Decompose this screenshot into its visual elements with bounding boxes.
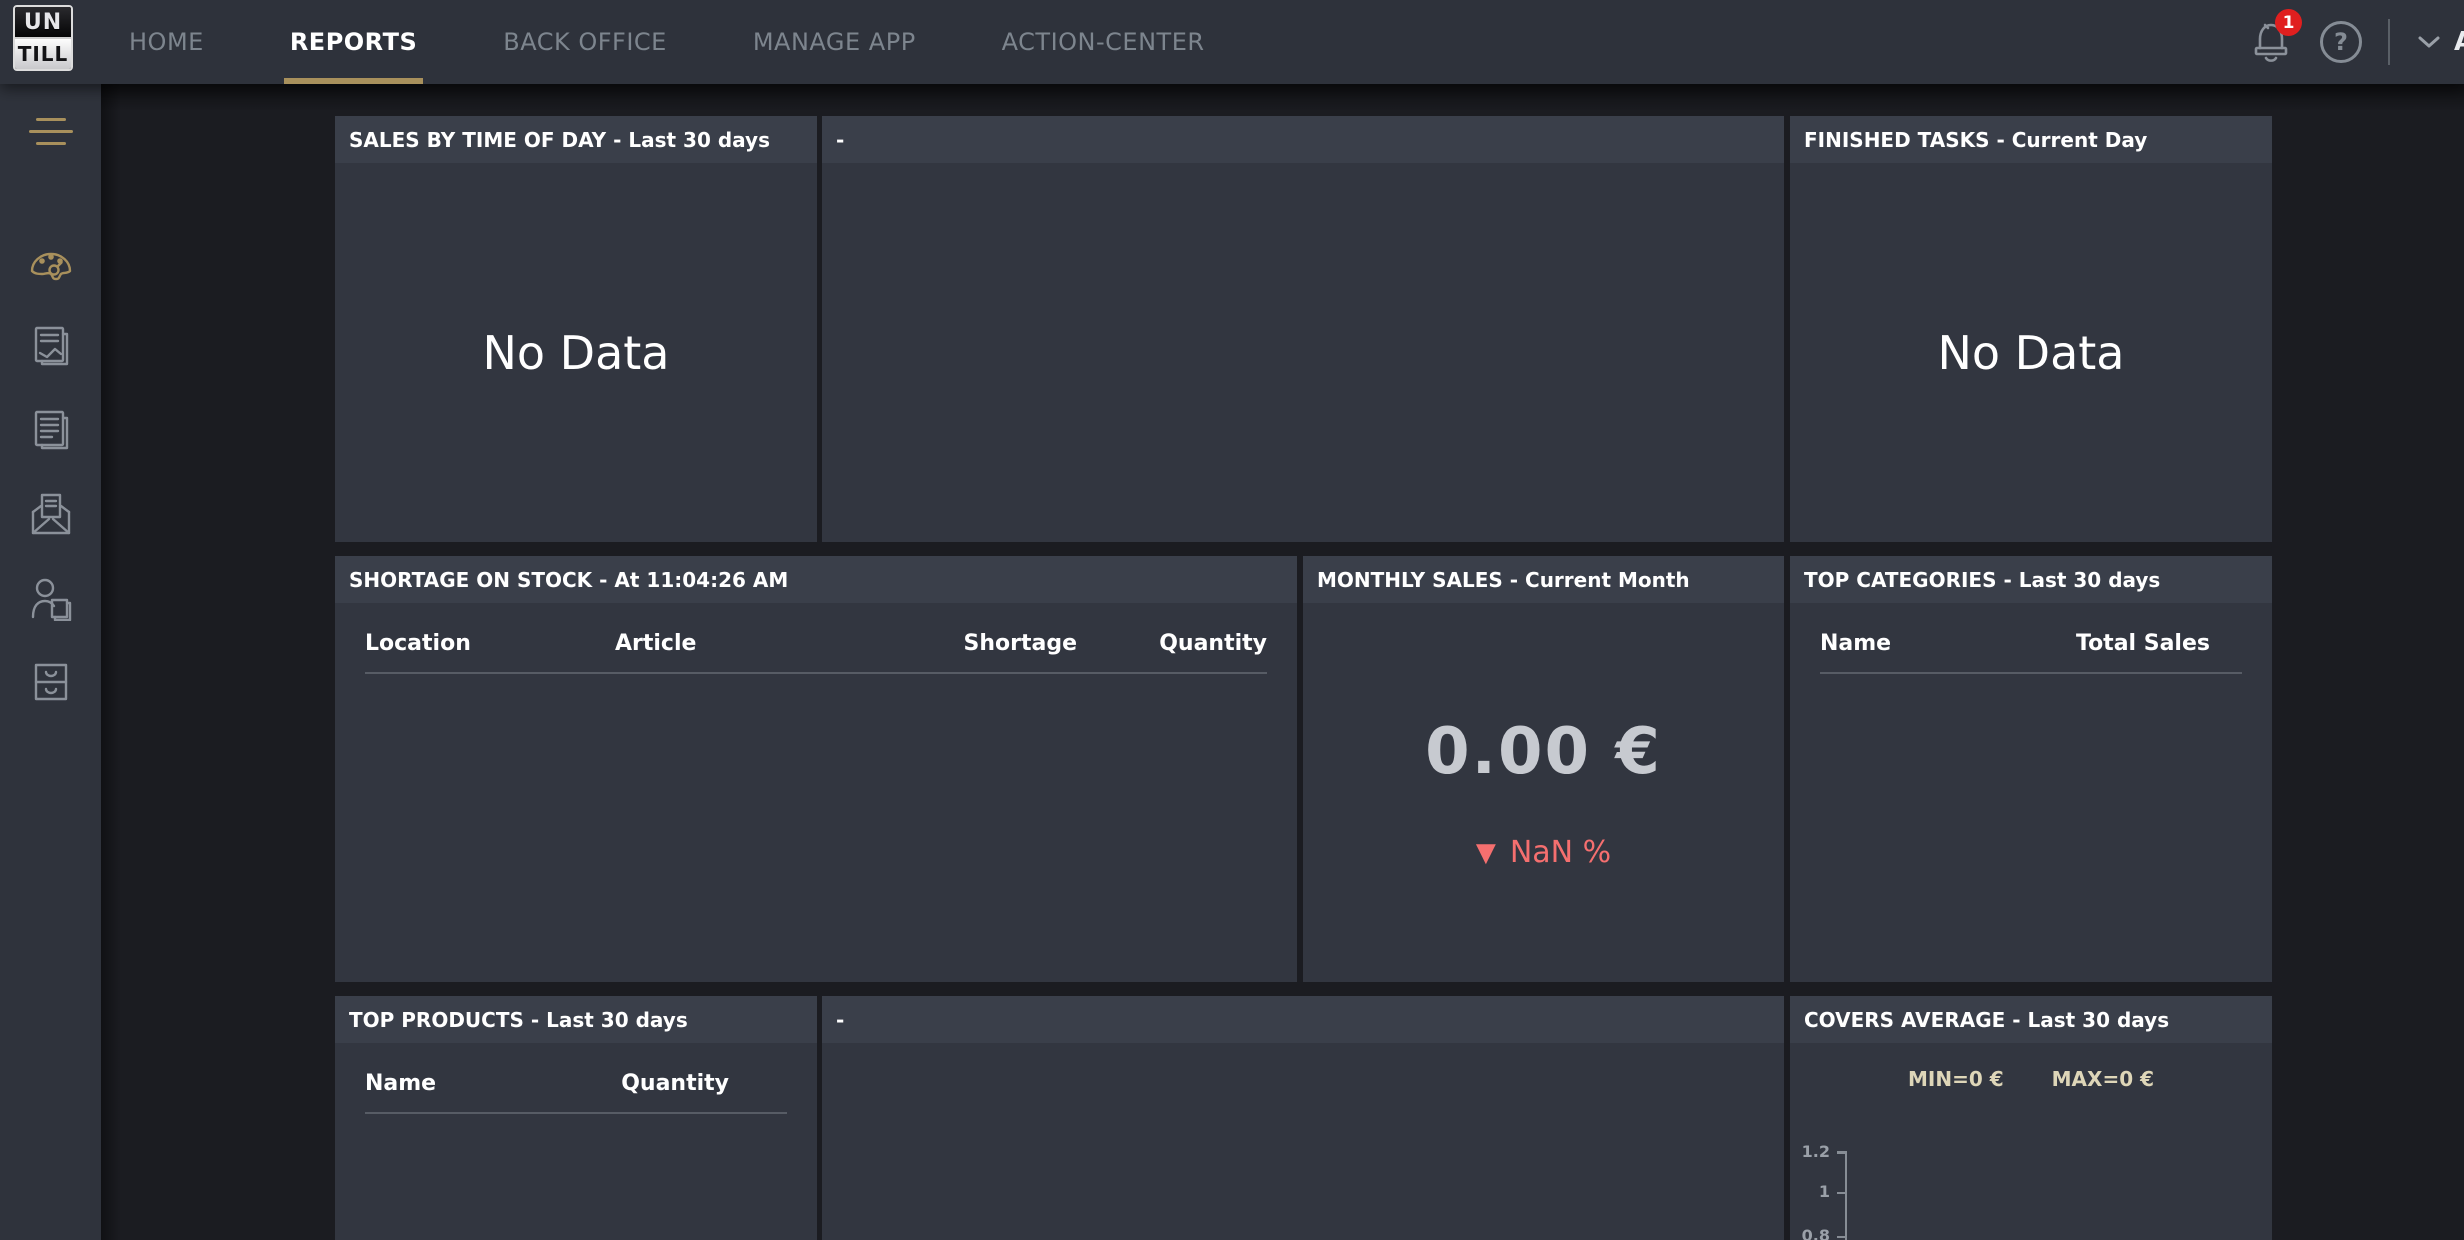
nav-manage-app[interactable]: MANAGE APP [747,0,922,84]
customer-report-icon [31,578,71,621]
column-article: Article [615,631,697,656]
topbar-divider [2388,19,2390,65]
topbar-controls: 1 ? AD [2248,0,2464,84]
table-header-row: Location Article Shortage Quantity [365,631,1267,674]
sidebar-item-dashboard[interactable] [26,239,76,285]
logo-line-1: UN [15,7,71,39]
logo-line-2: TILL [15,39,71,69]
card-title: TOP PRODUCTS - Last 30 days [335,996,817,1043]
dashboard-icon [30,252,71,281]
card-untitled-top: - [822,116,1784,542]
min-label: MIN=0 € [1908,1067,2004,1091]
card-top-products: TOP PRODUCTS - Last 30 days Name Quantit… [335,996,817,1240]
user-name-label: AD [2454,27,2464,57]
help-button[interactable]: ? [2320,21,2362,63]
max-label: MAX=0 € [2051,1067,2154,1091]
notifications-button[interactable]: 1 [2248,9,2302,67]
nav-home[interactable]: HOME [123,0,210,84]
sidebar-item-sales-report[interactable] [26,323,76,369]
top-bar: UN TILL HOME REPORTS BACK OFFICE MANAGE … [0,0,2464,84]
nav-back-office[interactable]: BACK OFFICE [497,0,673,84]
card-shortage-on-stock: SHORTAGE ON STOCK - At 11:04:26 AM Locat… [335,556,1297,982]
card-sales-by-time: SALES BY TIME OF DAY - Last 30 days No D… [335,116,817,542]
column-name: Name [1820,631,1892,656]
card-title: SALES BY TIME OF DAY - Last 30 days [335,116,817,163]
nav-reports[interactable]: REPORTS [283,0,424,84]
sidebar-item-mail-report[interactable] [26,491,76,537]
chart-y-axis [1845,1151,1847,1240]
column-shortage: Shortage [963,631,1077,656]
y-tick [1837,1192,1845,1194]
notification-badge: 1 [2275,9,2302,36]
column-total-sales: Total Sales [2075,631,2210,656]
sidebar-item-documents[interactable] [26,407,76,453]
column-name: Name [365,1071,437,1096]
dashboard-page: UN TILL HOME REPORTS BACK OFFICE MANAGE … [0,0,2464,1240]
card-title: COVERS AVERAGE - Last 30 days [1790,996,2272,1043]
arrow-down-icon: ▼ [1475,837,1496,868]
sidebar-item-customer-report[interactable] [26,575,76,621]
y-tick-label: 1.2 [1801,1142,1830,1161]
sidebar-nav [0,239,101,705]
topbar-shadow [101,84,2464,110]
card-untitled-bottom: - Bear [822,996,1784,1240]
sidebar-shadow [101,84,121,1240]
archive-icon [34,663,67,701]
card-finished-tasks: FINISHED TASKS - Current Day No Data [1790,116,2272,542]
y-tick [1837,1236,1845,1238]
user-menu[interactable]: AD [2416,27,2464,57]
menu-icon[interactable] [28,118,73,145]
monthly-sales-value: 0.00 € [1425,715,1662,789]
no-data-label: No Data [482,325,670,380]
question-mark-icon: ? [2334,28,2348,56]
sidebar [0,84,101,1240]
monthly-sales-delta: ▼ NaN % [1476,835,1611,870]
column-quantity: Quantity [621,1071,729,1096]
table-header-row: Name Total Sales [1820,631,2242,674]
card-monthly-sales: MONTHLY SALES - Current Month 0.00 € ▼ N… [1303,556,1784,982]
card-title: TOP CATEGORIES - Last 30 days [1790,556,2272,603]
sales-report-icon [34,326,68,366]
documents-icon [34,410,68,450]
table-header-row: Name Quantity [365,1071,787,1114]
y-tick [1837,1152,1845,1154]
sidebar-item-archive[interactable] [26,659,76,705]
column-location: Location [365,631,471,656]
main-nav: HOME REPORTS BACK OFFICE MANAGE APP ACTI… [123,0,1211,84]
delta-percent-label: NaN % [1509,835,1612,870]
card-title: FINISHED TASKS - Current Day [1790,116,2272,163]
nav-action-center[interactable]: ACTION-CENTER [996,0,1211,84]
untill-logo[interactable]: UN TILL [13,5,73,71]
mail-report-icon [31,493,70,535]
chevron-down-icon [2418,36,2440,48]
minmax-row: MIN=0 € MAX=0 € [1790,1067,2272,1091]
card-title: MONTHLY SALES - Current Month [1303,556,1784,603]
y-tick-label: 0.8 [1801,1226,1830,1240]
card-title: SHORTAGE ON STOCK - At 11:04:26 AM [335,556,1297,603]
card-covers-average: COVERS AVERAGE - Last 30 days MIN=0 € MA… [1790,996,2272,1240]
no-data-label: No Data [1937,325,2125,380]
card-title: - [822,116,1784,163]
card-title: - [822,996,1784,1043]
card-top-categories: TOP CATEGORIES - Last 30 days Name Total… [1790,556,2272,982]
y-tick-label: 1 [1818,1182,1830,1201]
column-quantity: Quantity [1159,631,1267,656]
